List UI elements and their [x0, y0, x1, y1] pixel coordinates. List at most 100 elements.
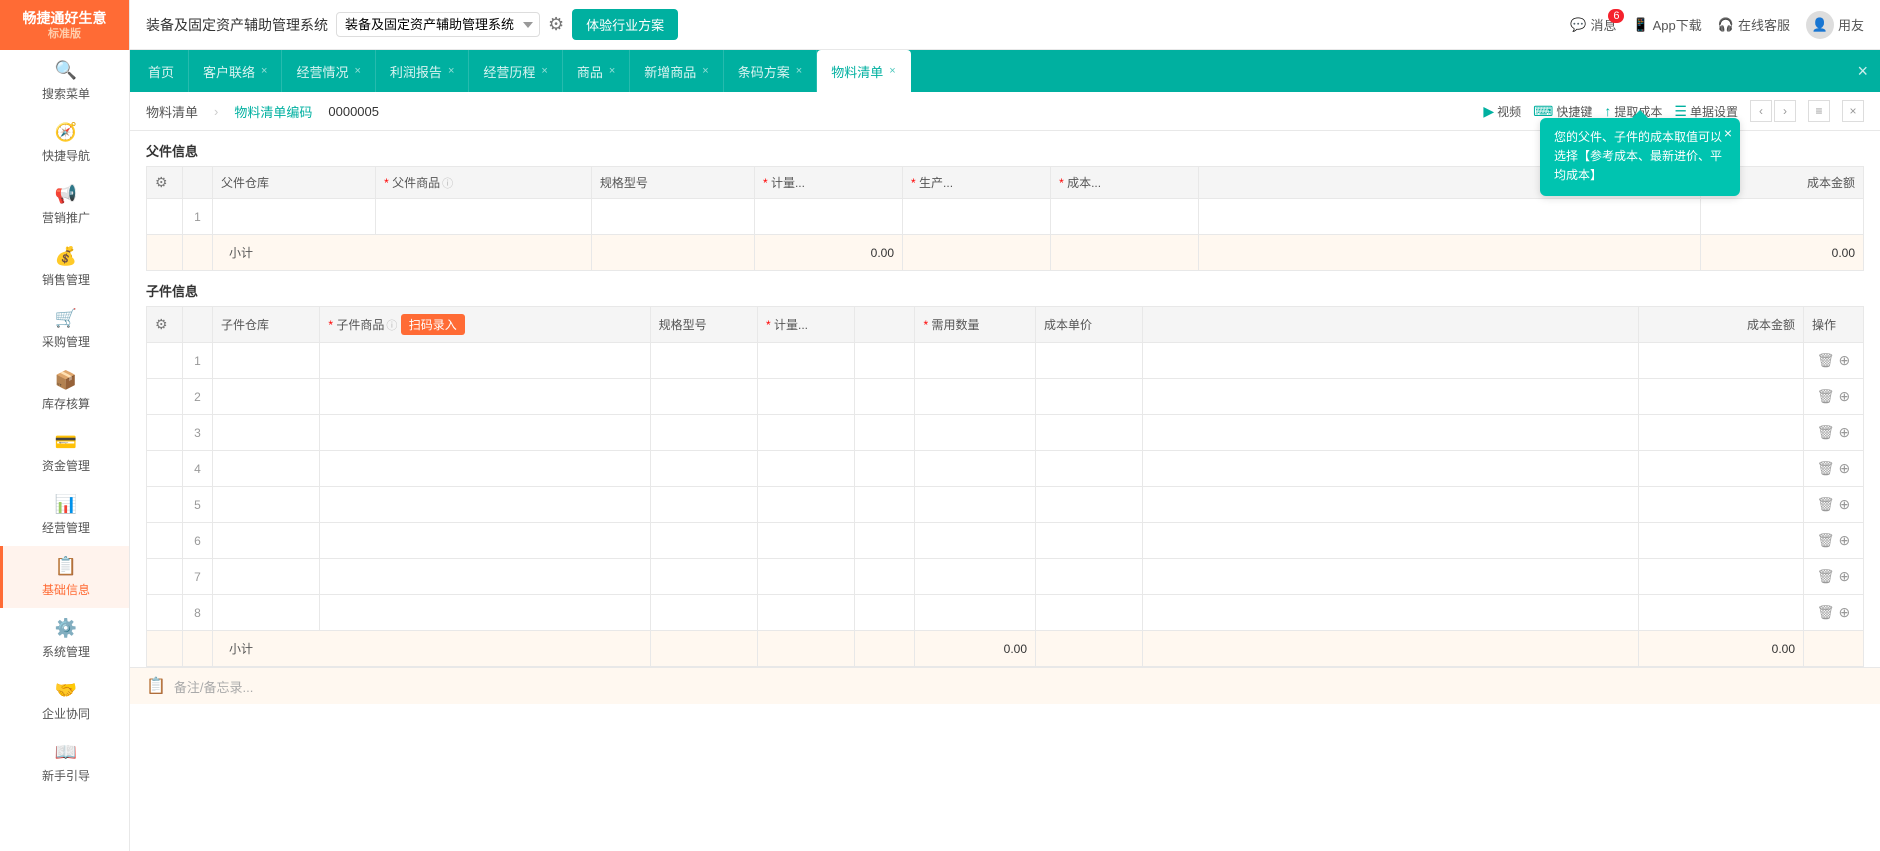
- child-product-6[interactable]: [320, 523, 650, 559]
- child-settings-gear-icon[interactable]: ⚙: [155, 316, 168, 332]
- nav-tab-profit[interactable]: 利润报告×: [376, 50, 469, 92]
- parent-production-cell[interactable]: [903, 199, 1051, 235]
- child-product-8[interactable]: [320, 595, 650, 631]
- app-download-button[interactable]: 📱 App下载: [1632, 15, 1701, 34]
- parent-product-info-icon[interactable]: ⓘ: [442, 178, 453, 190]
- child-warehouse-1[interactable]: [213, 343, 320, 379]
- parent-spec-cell[interactable]: [591, 199, 754, 235]
- child-qty-7[interactable]: [915, 559, 1036, 595]
- delete-icon-2[interactable]: 🗑: [1817, 388, 1835, 405]
- child-spec-1[interactable]: [650, 343, 757, 379]
- child-warehouse-3[interactable]: [213, 415, 320, 451]
- copy-icon-4[interactable]: ⊕: [1839, 460, 1851, 477]
- child-unit-cost-2[interactable]: [1036, 379, 1143, 415]
- nav-tab-bom[interactable]: 物料清单×: [817, 50, 910, 92]
- child-qty-5[interactable]: [915, 487, 1036, 523]
- sidebar-item-purchase[interactable]: 🛒采购管理: [0, 298, 129, 360]
- nav-tab-close-profit[interactable]: ×: [448, 65, 454, 77]
- delete-icon-8[interactable]: 🗑: [1817, 604, 1835, 621]
- breadcrumb-child[interactable]: 物料清单编码: [234, 102, 312, 121]
- nav-tab-close-new-goods[interactable]: ×: [702, 65, 708, 77]
- sidebar-item-system[interactable]: ⚙️系统管理: [0, 608, 129, 670]
- delete-icon-3[interactable]: 🗑: [1817, 424, 1835, 441]
- user-menu[interactable]: 👤 用友: [1806, 11, 1864, 39]
- delete-icon-5[interactable]: 🗑: [1817, 496, 1835, 513]
- child-unit-2[interactable]: [758, 379, 855, 415]
- message-button[interactable]: 💬 消息 6: [1570, 15, 1616, 34]
- parent-product-cell[interactable]: [376, 199, 592, 235]
- nav-tab-customers[interactable]: 客户联络×: [189, 50, 282, 92]
- nav-tab-goods[interactable]: 商品×: [563, 50, 630, 92]
- sidebar-item-quick-nav[interactable]: 🧭快捷导航: [0, 112, 129, 174]
- child-warehouse-7[interactable]: [213, 559, 320, 595]
- scan-button[interactable]: 扫码录入: [401, 314, 465, 335]
- gear-icon[interactable]: ⚙: [548, 14, 564, 35]
- child-product-4[interactable]: [320, 451, 650, 487]
- parent-unit-cell[interactable]: [754, 199, 902, 235]
- online-support-button[interactable]: 🎧 在线客服: [1718, 15, 1790, 34]
- sidebar-item-guide[interactable]: 📖新手引导: [0, 732, 129, 794]
- child-unit-cost-8[interactable]: [1036, 595, 1143, 631]
- child-unit-cost-6[interactable]: [1036, 523, 1143, 559]
- child-qty-2[interactable]: [915, 379, 1036, 415]
- child-unit-cost-3[interactable]: [1036, 415, 1143, 451]
- shortcut-action[interactable]: ⌨ 快捷键: [1533, 103, 1592, 120]
- child-spec-3[interactable]: [650, 415, 757, 451]
- nav-tab-close-history[interactable]: ×: [541, 65, 547, 77]
- child-spec-6[interactable]: [650, 523, 757, 559]
- sidebar-item-sales[interactable]: 💰销售管理: [0, 236, 129, 298]
- child-unit-4[interactable]: [758, 451, 855, 487]
- delete-icon-7[interactable]: 🗑: [1817, 568, 1835, 585]
- tooltip-close-button[interactable]: ×: [1724, 122, 1732, 144]
- copy-icon-7[interactable]: ⊕: [1839, 568, 1851, 585]
- delete-icon-4[interactable]: 🗑: [1817, 460, 1835, 477]
- nav-tab-business[interactable]: 经营情况×: [282, 50, 375, 92]
- sidebar-item-enterprise[interactable]: 🤝企业协同: [0, 670, 129, 732]
- sidebar-item-inventory[interactable]: 📦库存核算: [0, 360, 129, 422]
- copy-icon-6[interactable]: ⊕: [1839, 532, 1851, 549]
- bottom-hint[interactable]: 备注/备忘录...: [174, 677, 253, 696]
- child-unit-1[interactable]: [758, 343, 855, 379]
- child-product-2[interactable]: [320, 379, 650, 415]
- child-product-3[interactable]: [320, 415, 650, 451]
- child-spec-8[interactable]: [650, 595, 757, 631]
- child-unit-cost-7[interactable]: [1036, 559, 1143, 595]
- child-qty-6[interactable]: [915, 523, 1036, 559]
- close-all-tabs-button[interactable]: ×: [1849, 61, 1876, 82]
- nav-tab-home[interactable]: 首页: [134, 50, 189, 92]
- copy-icon-5[interactable]: ⊕: [1839, 496, 1851, 513]
- child-warehouse-8[interactable]: [213, 595, 320, 631]
- copy-icon-3[interactable]: ⊕: [1839, 424, 1851, 441]
- child-warehouse-6[interactable]: [213, 523, 320, 559]
- child-unit-3[interactable]: [758, 415, 855, 451]
- child-warehouse-5[interactable]: [213, 487, 320, 523]
- child-unit-7[interactable]: [758, 559, 855, 595]
- child-product-1[interactable]: [320, 343, 650, 379]
- sidebar-item-basic-info[interactable]: 📋基础信息: [0, 546, 129, 608]
- nav-tab-close-barcode[interactable]: ×: [796, 65, 802, 77]
- child-spec-4[interactable]: [650, 451, 757, 487]
- child-qty-3[interactable]: [915, 415, 1036, 451]
- prev-button[interactable]: ‹: [1750, 100, 1772, 122]
- child-qty-4[interactable]: [915, 451, 1036, 487]
- child-unit-6[interactable]: [758, 523, 855, 559]
- child-unit-cost-4[interactable]: [1036, 451, 1143, 487]
- nav-tab-close-goods[interactable]: ×: [609, 65, 615, 77]
- settings-gear-icon[interactable]: ⚙: [155, 174, 168, 190]
- close-page-icon[interactable]: ×: [1842, 100, 1864, 122]
- copy-icon-8[interactable]: ⊕: [1839, 604, 1851, 621]
- child-qty-1[interactable]: [915, 343, 1036, 379]
- sidebar-item-operations[interactable]: 📊经营管理: [0, 484, 129, 546]
- delete-icon-6[interactable]: 🗑: [1817, 532, 1835, 549]
- child-spec-5[interactable]: [650, 487, 757, 523]
- child-product-7[interactable]: [320, 559, 650, 595]
- parent-warehouse-cell[interactable]: [213, 199, 376, 235]
- child-unit-5[interactable]: [758, 487, 855, 523]
- parent-cost-cell[interactable]: [1051, 199, 1199, 235]
- system-select[interactable]: 装备及固定资产辅助管理系统: [336, 12, 540, 37]
- copy-icon-1[interactable]: ⊕: [1839, 352, 1851, 369]
- child-warehouse-4[interactable]: [213, 451, 320, 487]
- list-view-icon[interactable]: ≡: [1808, 100, 1830, 122]
- sidebar-item-marketing[interactable]: 📢营销推广: [0, 174, 129, 236]
- copy-icon-2[interactable]: ⊕: [1839, 388, 1851, 405]
